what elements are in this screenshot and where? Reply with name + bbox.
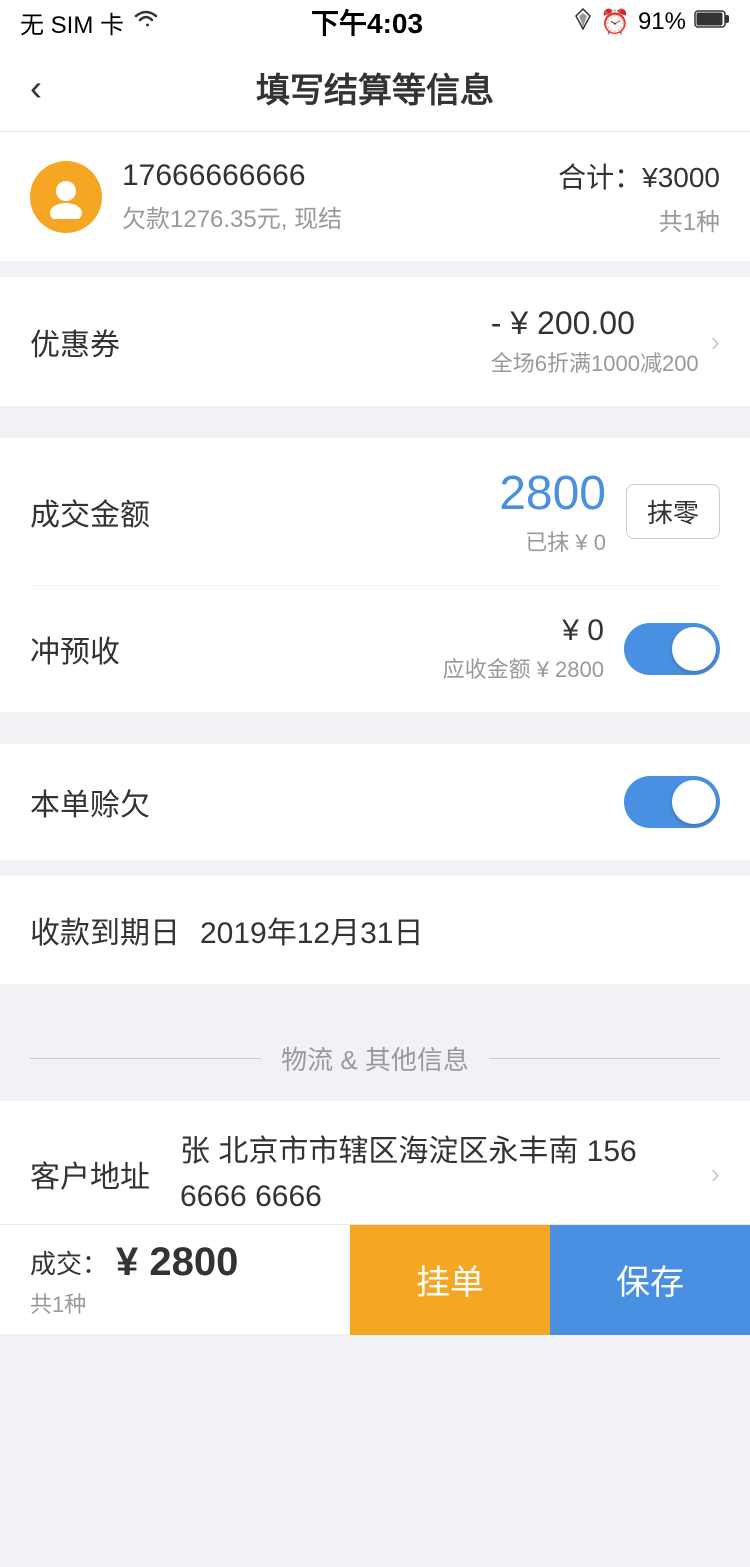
status-bar: 无 SIM 卡 下午4:03 ⏰ 91% (0, 0, 750, 44)
wifi-icon (132, 8, 160, 36)
bottom-bar: 成交： ¥ 2800 共1种 挂单 保存 (0, 1224, 750, 1334)
deal-amount-value: 2800 (499, 466, 606, 521)
bottom-deal-label: 成交： (30, 1244, 108, 1281)
coupon-desc: 全场6折满1000减200 (491, 346, 699, 378)
duedate-label: 收款到期日 (30, 908, 180, 952)
logistics-header: 物流 & 其他信息 (0, 1016, 750, 1101)
back-button[interactable]: ‹ (30, 67, 90, 109)
prepay-row: 冲预收 ¥ 0 应收金额 ¥ 2800 (30, 586, 720, 712)
user-phone: 17666666666 (122, 159, 342, 193)
avatar (30, 161, 102, 233)
rounded-desc: 已抹 ¥ 0 (499, 525, 606, 557)
prepay-label: 冲预收 (30, 627, 120, 671)
deal-amount-value-area: 2800 已抹 ¥ 0 (499, 466, 606, 557)
coupon-right: - ¥ 200.00 全场6折满1000减200 › (491, 305, 720, 378)
separator-3 (0, 860, 750, 876)
main-content: 17666666666 欠款1276.35元, 现结 合计：¥3000 共1种 … (0, 132, 750, 1567)
user-left: 17666666666 欠款1276.35元, 现结 (30, 159, 342, 234)
status-right: ⏰ 91% (574, 8, 730, 37)
total-label: 合计： (558, 162, 642, 193)
coupon-section[interactable]: 优惠券 - ¥ 200.00 全场6折满1000减200 › (0, 277, 750, 406)
logistics-label: 物流 & 其他信息 (281, 1040, 469, 1077)
user-info: 17666666666 欠款1276.35元, 现结 (122, 159, 342, 234)
logistics-line-left (30, 1058, 261, 1059)
location-icon (574, 8, 592, 37)
alarm-icon: ⏰ (600, 8, 630, 37)
toggle-thumb (672, 627, 716, 671)
deal-amount-row: 成交金额 2800 已抹 ¥ 0 抹零 (30, 438, 720, 586)
prepay-desc: 应收金额 ¥ 2800 (443, 652, 604, 684)
separator-2 (0, 712, 750, 728)
total-value: ¥3000 (642, 162, 720, 193)
prepay-value: ¥ 0 (443, 614, 604, 648)
bottom-count: 共1种 (30, 1287, 320, 1319)
amount-section: 成交金额 2800 已抹 ¥ 0 抹零 冲预收 ¥ 0 应收金额 ¥ 2800 (0, 438, 750, 712)
duedate-row: 收款到期日 2019年12月31日 (30, 876, 720, 984)
page-title: 填写结算等信息 (256, 63, 494, 112)
user-right: 合计：¥3000 共1种 (558, 156, 720, 237)
duedate-value: 2019年12月31日 (200, 908, 423, 952)
separator-4 (0, 984, 750, 1000)
address-chevron-icon: › (711, 1158, 720, 1190)
prepay-right: ¥ 0 应收金额 ¥ 2800 (443, 614, 720, 684)
coupon-value-area: - ¥ 200.00 全场6折满1000减200 (491, 305, 699, 378)
baoqian-row: 本单赊欠 (30, 744, 720, 860)
baoqian-toggle-thumb (672, 780, 716, 824)
separator-1 (0, 422, 750, 438)
total-amount: 合计：¥3000 (558, 156, 720, 196)
deal-amount-label: 成交金额 (30, 490, 150, 534)
battery-percent: 91% (638, 8, 686, 36)
prepay-amount-area: ¥ 0 应收金额 ¥ 2800 (443, 614, 604, 684)
user-debt: 欠款1276.35元, 现结 (122, 199, 342, 234)
coupon-value: - ¥ 200.00 (491, 305, 699, 342)
deal-amount-right: 2800 已抹 ¥ 0 抹零 (499, 466, 720, 557)
sim-status: 无 SIM 卡 (20, 5, 124, 40)
user-section: 17666666666 欠款1276.35元, 现结 合计：¥3000 共1种 (0, 132, 750, 261)
status-left: 无 SIM 卡 (20, 5, 160, 40)
round-button[interactable]: 抹零 (626, 484, 720, 539)
total-count: 共1种 (558, 202, 720, 237)
bottom-summary: 成交： ¥ 2800 共1种 (0, 1240, 350, 1319)
status-time: 下午4:03 (311, 2, 423, 42)
baoqian-label: 本单赊欠 (30, 780, 150, 824)
duedate-section: 收款到期日 2019年12月31日 (0, 876, 750, 984)
logistics-line-right (489, 1058, 720, 1059)
baoqian-section: 本单赊欠 (0, 744, 750, 860)
address-value: 张 北京市市辖区海淀区永丰南 156 6666 6666 (160, 1129, 711, 1219)
nav-bar: ‹ 填写结算等信息 (0, 44, 750, 132)
address-label: 客户地址 (30, 1152, 160, 1196)
coupon-chevron-icon: › (711, 326, 720, 358)
prepay-toggle[interactable] (624, 623, 720, 675)
bottom-amount-row: 成交： ¥ 2800 (30, 1240, 320, 1285)
battery-icon (694, 8, 730, 36)
save-button[interactable]: 保存 (550, 1225, 750, 1335)
coupon-label: 优惠券 (30, 320, 120, 364)
hang-order-button[interactable]: 挂单 (350, 1225, 550, 1335)
baoqian-toggle[interactable] (624, 776, 720, 828)
bottom-deal-amount: ¥ 2800 (116, 1240, 238, 1285)
